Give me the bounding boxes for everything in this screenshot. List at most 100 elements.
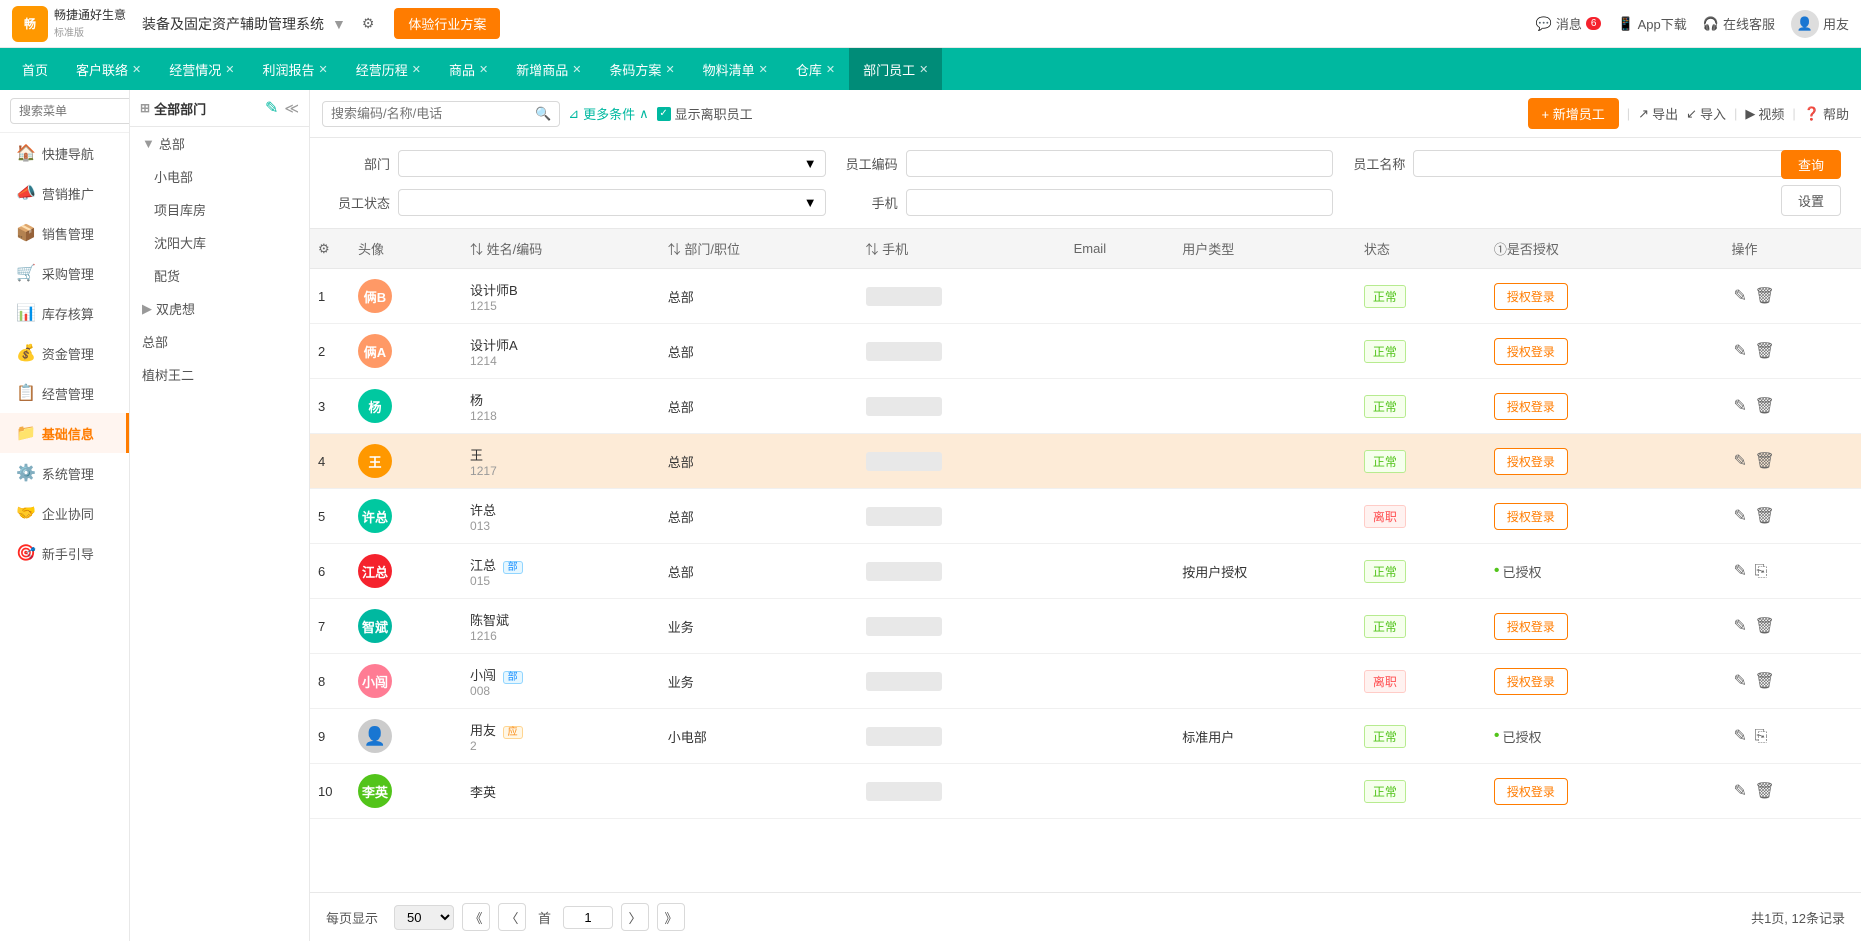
app-download-btn[interactable]: 📱 App下载: [1617, 14, 1686, 33]
copy-icon[interactable]: ⎘: [1754, 728, 1767, 745]
delete-icon[interactable]: 🗑: [1754, 288, 1774, 305]
close-icon[interactable]: ✕: [919, 63, 928, 76]
first-page-button[interactable]: 《: [462, 903, 490, 931]
sidebar-item-guide[interactable]: 🎯 新手引导: [0, 533, 129, 573]
dept-all-btn[interactable]: ⊞ 全部部门: [140, 99, 259, 118]
close-icon[interactable]: ✕: [132, 63, 141, 76]
sidebar-item-sales[interactable]: 📦 销售管理: [0, 213, 129, 253]
next-page-button[interactable]: 〉: [621, 903, 649, 931]
copy-icon[interactable]: ⎘: [1754, 563, 1767, 580]
nav-item-warehouse[interactable]: 仓库 ✕: [782, 48, 849, 90]
close-icon[interactable]: ✕: [665, 63, 674, 76]
empcode-input[interactable]: [906, 150, 1334, 177]
import-button[interactable]: ↙ 导入: [1686, 104, 1726, 123]
title-arrow-icon[interactable]: ▼: [332, 16, 346, 32]
phone-input[interactable]: [906, 189, 1334, 216]
nav-item-dept-staff[interactable]: 部门员工 ✕: [849, 48, 942, 90]
page-number-input[interactable]: [563, 906, 613, 929]
show-resigned-toggle[interactable]: ✓ 显示离职员工: [657, 104, 753, 123]
set-button[interactable]: 设置: [1781, 185, 1841, 216]
edit-icon[interactable]: ✎: [1733, 453, 1746, 470]
delete-icon[interactable]: 🗑: [1754, 673, 1774, 690]
close-icon[interactable]: ✕: [826, 63, 835, 76]
nav-item-profit[interactable]: 利润报告 ✕: [248, 48, 341, 90]
dept-item-project[interactable]: 项目库房: [130, 193, 309, 226]
nav-item-operation[interactable]: 经营情况 ✕: [155, 48, 248, 90]
edit-icon[interactable]: ✎: [1733, 343, 1746, 360]
more-filter-btn[interactable]: ⊿ 更多条件 ∧: [568, 104, 648, 123]
trial-button[interactable]: 体验行业方案: [394, 8, 500, 39]
search-input[interactable]: [331, 106, 531, 121]
close-icon[interactable]: ✕: [412, 63, 421, 76]
nav-item-history[interactable]: 经营历程 ✕: [342, 48, 435, 90]
empname-input[interactable]: [1413, 150, 1841, 177]
dept-item-shuanghu[interactable]: ▶双虎想: [130, 292, 309, 325]
sidebar-item-biz[interactable]: 📋 经营管理: [0, 373, 129, 413]
nav-item-bom[interactable]: 物料清单 ✕: [689, 48, 782, 90]
auth-login-button[interactable]: 授权登录: [1494, 613, 1568, 640]
user-area[interactable]: 👤 用友: [1791, 10, 1849, 38]
auth-login-button[interactable]: 授权登录: [1494, 448, 1568, 475]
auth-login-button[interactable]: 授权登录: [1494, 778, 1568, 805]
auth-login-button[interactable]: 授权登录: [1494, 393, 1568, 420]
dept-select[interactable]: ▼: [398, 150, 826, 177]
delete-icon[interactable]: 🗑: [1754, 398, 1774, 415]
prev-page-button[interactable]: 〈: [498, 903, 526, 931]
nav-item-goods[interactable]: 商品 ✕: [435, 48, 502, 90]
edit-icon[interactable]: ✎: [1733, 673, 1746, 690]
sidebar-item-shortcut[interactable]: 🏠 快捷导航: [0, 133, 129, 173]
sidebar-item-basic[interactable]: 📁 基础信息: [0, 413, 129, 453]
edit-icon[interactable]: ✎: [1733, 563, 1746, 580]
auth-login-button[interactable]: 授权登录: [1494, 668, 1568, 695]
sidebar-item-inventory[interactable]: 📊 库存核算: [0, 293, 129, 333]
export-button[interactable]: ↗ 导出: [1638, 104, 1678, 123]
close-icon[interactable]: ✕: [319, 63, 328, 76]
dept-item-shenyang[interactable]: 沈阳大库: [130, 226, 309, 259]
edit-icon[interactable]: ✎: [1733, 508, 1746, 525]
col-name[interactable]: ⇅ 姓名/编码: [462, 229, 660, 269]
query-button[interactable]: 查询: [1781, 150, 1841, 179]
auth-login-button[interactable]: 授权登录: [1494, 338, 1568, 365]
close-icon[interactable]: ✕: [759, 63, 768, 76]
col-settings[interactable]: ⚙: [310, 229, 350, 269]
sidebar-item-system[interactable]: ⚙️ 系统管理: [0, 453, 129, 493]
edit-icon[interactable]: ✎: [1733, 288, 1746, 305]
delete-icon[interactable]: 🗑: [1754, 618, 1774, 635]
help-button[interactable]: ❓ 帮助: [1804, 104, 1849, 123]
add-employee-button[interactable]: + 新增员工: [1528, 98, 1619, 129]
nav-item-barcode[interactable]: 条码方案 ✕: [595, 48, 688, 90]
auth-login-button[interactable]: 授权登录: [1494, 503, 1568, 530]
status-select[interactable]: ▼: [398, 189, 826, 216]
message-btn[interactable]: 💬 消息 6: [1536, 14, 1602, 33]
close-icon[interactable]: ✕: [225, 63, 234, 76]
dept-item-small-elec[interactable]: 小电部: [130, 160, 309, 193]
edit-icon[interactable]: ✎: [1733, 728, 1746, 745]
dept-item-plant[interactable]: 植树王二: [130, 358, 309, 391]
dept-collapse-icon[interactable]: ≪: [284, 100, 299, 117]
delete-icon[interactable]: 🗑: [1754, 508, 1774, 525]
sidebar-search-input[interactable]: [10, 98, 130, 124]
settings-icon[interactable]: ⚙: [362, 15, 375, 32]
edit-icon[interactable]: ✎: [1733, 398, 1746, 415]
col-dept[interactable]: ⇅ 部门/职位: [660, 229, 858, 269]
view-button[interactable]: ▶ 视频: [1745, 104, 1784, 123]
close-icon[interactable]: ✕: [479, 63, 488, 76]
edit-icon[interactable]: ✎: [1733, 618, 1746, 635]
col-phone[interactable]: ⇅ 手机: [858, 229, 1066, 269]
sidebar-item-finance[interactable]: 💰 资金管理: [0, 333, 129, 373]
close-icon[interactable]: ✕: [572, 63, 581, 76]
sidebar-item-purchase[interactable]: 🛒 采购管理: [0, 253, 129, 293]
auth-login-button[interactable]: 授权登录: [1494, 283, 1568, 310]
last-page-button[interactable]: 》: [657, 903, 685, 931]
edit-icon[interactable]: ✎: [1733, 783, 1746, 800]
delete-icon[interactable]: 🗑: [1754, 783, 1774, 800]
dept-item-distribution[interactable]: 配货: [130, 259, 309, 292]
dept-edit-icon[interactable]: ✎: [265, 98, 278, 118]
delete-icon[interactable]: 🗑: [1754, 453, 1774, 470]
nav-item-customer[interactable]: 客户联络 ✕: [62, 48, 155, 90]
dept-item-general[interactable]: ▼总部: [130, 127, 309, 160]
sidebar-item-marketing[interactable]: 📣 营销推广: [0, 173, 129, 213]
sidebar-item-collab[interactable]: 🤝 企业协同: [0, 493, 129, 533]
nav-item-home[interactable]: 首页: [8, 48, 62, 90]
dept-item-hq[interactable]: 总部: [130, 325, 309, 358]
